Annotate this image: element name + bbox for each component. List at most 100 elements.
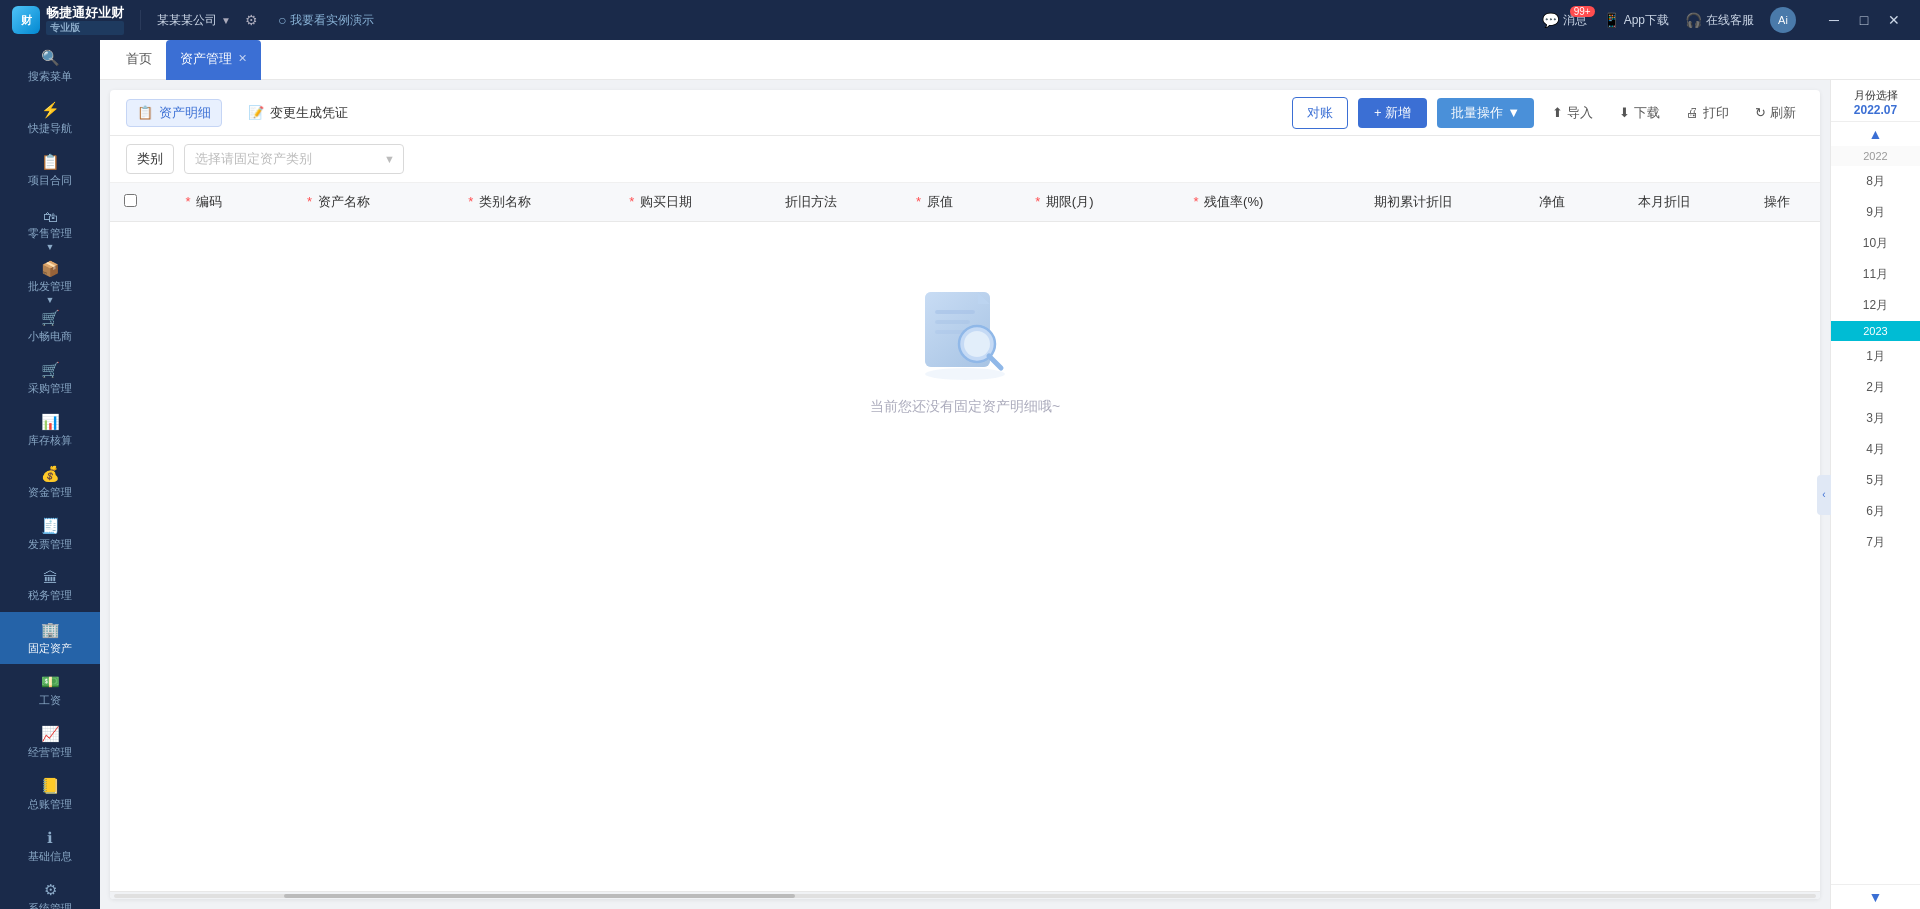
month-item-2023-1[interactable]: 1月 xyxy=(1831,341,1920,372)
download-icon: ⬇ xyxy=(1619,105,1630,120)
add-button[interactable]: + 新增 xyxy=(1358,98,1427,128)
sidebar-item-purchase[interactable]: 🛒 采购管理 xyxy=(0,352,100,404)
toolbar-actions: 对账 + 新增 批量操作 ▼ ⬆ 导入 xyxy=(1292,97,1804,129)
sidebar-item-label-project: 项目合同 xyxy=(28,174,72,187)
contract-icon: 📋 xyxy=(41,153,60,171)
sidebar-item-operations[interactable]: 📈 经营管理 xyxy=(0,716,100,768)
sidebar-item-label-wholesale: 批发管理 xyxy=(4,280,96,293)
sidebar-item-project[interactable]: 📋 项目合同 xyxy=(0,144,100,196)
month-item-2022-12[interactable]: 12月 xyxy=(1831,290,1920,321)
month-item-2022-9[interactable]: 9月 xyxy=(1831,197,1920,228)
reconcile-button[interactable]: 对账 xyxy=(1292,97,1348,129)
month-item-2023-6[interactable]: 6月 xyxy=(1831,496,1920,527)
sidebar-item-label-tax: 税务管理 xyxy=(28,589,72,602)
month-item-2023-7[interactable]: 7月 xyxy=(1831,527,1920,558)
table-header-original-value: * 原值 xyxy=(880,183,988,222)
demo-link[interactable]: ○ 我要看实例演示 xyxy=(278,12,374,29)
online-service-label: 在线客服 xyxy=(1706,12,1754,29)
window-minimize-button[interactable]: ─ xyxy=(1820,6,1848,34)
sidebar-item-tax[interactable]: 🏛 税务管理 xyxy=(0,560,100,612)
month-item-2023-4[interactable]: 4月 xyxy=(1831,434,1920,465)
month-prev-button[interactable]: ▲ xyxy=(1831,122,1920,146)
table-header-period: * 期限(月) xyxy=(988,183,1140,222)
sidebar-item-fixed-assets[interactable]: 🏢 固定资产 xyxy=(0,612,100,664)
settings-icon[interactable]: ⚙ xyxy=(245,12,258,28)
payroll-icon: 💵 xyxy=(41,673,60,691)
sidebar-item-system[interactable]: ⚙ 系统管理 xyxy=(0,872,100,909)
sidebar-item-search[interactable]: 🔍 搜索菜单 xyxy=(0,40,100,92)
sidebar-item-finance[interactable]: 💰 资金管理 xyxy=(0,456,100,508)
scrollbar-thumb[interactable] xyxy=(284,894,795,898)
sidebar-item-basic-info[interactable]: ℹ 基础信息 xyxy=(0,820,100,872)
import-button[interactable]: ⬆ 导入 xyxy=(1544,98,1601,128)
tab-home-label: 首页 xyxy=(126,50,152,68)
month-selector-panel: ‹ 月份选择 2022.07 ▲ 2022 8月 9月 xyxy=(1830,80,1920,909)
window-maximize-button[interactable]: □ xyxy=(1850,6,1878,34)
year-2023-label: 2023 xyxy=(1831,321,1920,341)
sub-tab-asset-detail[interactable]: 📋 资产明细 xyxy=(126,99,222,127)
tab-asset-management[interactable]: 资产管理 ✕ xyxy=(166,40,261,80)
sidebar-item-label-purchase: 采购管理 xyxy=(28,382,72,395)
horizontal-scrollbar[interactable] xyxy=(110,891,1820,899)
message-button[interactable]: 💬 消息 99+ xyxy=(1542,12,1587,29)
download-button[interactable]: ⬇ 下载 xyxy=(1611,98,1668,128)
month-panel-expand-button[interactable]: ‹ xyxy=(1817,475,1831,515)
sidebar-item-label-fixed-assets: 固定资产 xyxy=(28,642,72,655)
main-panel: 📋 资产明细 📝 变更生成凭证 对账 + 新增 xyxy=(110,90,1820,899)
empty-state: 当前您还没有固定资产明细哦~ xyxy=(110,222,1820,476)
month-next-button[interactable]: ▼ xyxy=(1831,884,1920,909)
change-voucher-tab-label: 变更生成凭证 xyxy=(270,104,348,122)
asset-table: * 编码 * 资产名称 * 类别名称 xyxy=(110,183,1820,222)
app-download-button[interactable]: 📱 App下载 xyxy=(1603,12,1669,29)
sidebar: 🔍 搜索菜单 ⚡ 快捷导航 📋 项目合同 🛍 零售管理 ▼ 📦 批发管理 ▼ 🛒… xyxy=(0,40,100,909)
category-dropdown-icon[interactable]: ▼ xyxy=(376,153,403,165)
content-area: 首页 资产管理 ✕ 📋 资产明细 📝 变更生成凭证 xyxy=(100,40,1920,909)
month-item-2023-2[interactable]: 2月 xyxy=(1831,372,1920,403)
sub-tabs: 📋 资产明细 📝 变更生成凭证 对账 + 新增 xyxy=(110,90,1820,136)
sidebar-item-label-ledger: 总账管理 xyxy=(28,798,72,811)
month-item-2023-3[interactable]: 3月 xyxy=(1831,403,1920,434)
table-header-operation: 操作 xyxy=(1734,183,1820,222)
topbar: 财 畅捷通好业财 专业版 某某某公司 ▼ ⚙ ○ 我要看实例演示 💬 消息 99… xyxy=(0,0,1920,40)
sidebar-item-retail[interactable]: 🛍 零售管理 ▼ xyxy=(0,196,100,248)
user-avatar[interactable]: Ai xyxy=(1770,7,1796,33)
company-selector[interactable]: 某某某公司 ▼ xyxy=(157,12,231,29)
sidebar-item-ecommerce[interactable]: 🛒 小畅电商 xyxy=(0,300,100,352)
sidebar-item-ledger[interactable]: 📒 总账管理 xyxy=(0,768,100,820)
demo-text: 我要看实例演示 xyxy=(290,12,374,29)
lightning-icon: ⚡ xyxy=(41,101,60,119)
fixed-assets-icon: 🏢 xyxy=(41,621,60,639)
tab-close-icon[interactable]: ✕ xyxy=(238,53,247,64)
retail-icon: 🛍 xyxy=(43,208,58,225)
month-item-2022-8[interactable]: 8月 xyxy=(1831,166,1920,197)
batch-label: 批量操作 xyxy=(1451,104,1503,122)
sidebar-item-quick-nav[interactable]: ⚡ 快捷导航 xyxy=(0,92,100,144)
table-header-category: * 类别名称 xyxy=(419,183,580,222)
topbar-right: 💬 消息 99+ 📱 App下载 🎧 在线客服 Ai ─ □ ✕ xyxy=(1542,6,1908,34)
sidebar-item-label-payroll: 工资 xyxy=(39,694,61,707)
sub-tab-change-voucher[interactable]: 📝 变更生成凭证 xyxy=(238,100,358,126)
sidebar-item-payroll[interactable]: 💵 工资 xyxy=(0,664,100,716)
window-close-button[interactable]: ✕ xyxy=(1880,6,1908,34)
online-service-button[interactable]: 🎧 在线客服 xyxy=(1685,12,1754,29)
sidebar-item-inventory[interactable]: 📊 库存核算 xyxy=(0,404,100,456)
sidebar-item-wholesale[interactable]: 📦 批发管理 ▼ xyxy=(0,248,100,300)
select-all-checkbox[interactable] xyxy=(124,194,137,207)
asset-detail-tab-label: 资产明细 xyxy=(159,104,211,122)
headset-icon: 🎧 xyxy=(1685,12,1702,28)
sidebar-item-invoice[interactable]: 🧾 发票管理 xyxy=(0,508,100,560)
table-header-monthly-depreciation: 本月折旧 xyxy=(1595,183,1734,222)
batch-button[interactable]: 批量操作 ▼ xyxy=(1437,98,1534,128)
sidebar-item-label-invoice: 发票管理 xyxy=(28,538,72,551)
month-item-2023-5[interactable]: 5月 xyxy=(1831,465,1920,496)
month-item-2022-10[interactable]: 10月 xyxy=(1831,228,1920,259)
print-button[interactable]: 🖨 打印 xyxy=(1678,98,1737,128)
refresh-button[interactable]: ↻ 刷新 xyxy=(1747,98,1804,128)
message-icon: 💬 xyxy=(1542,12,1559,28)
year-2022-label: 2022 xyxy=(1831,146,1920,166)
tab-home[interactable]: 首页 xyxy=(112,40,166,80)
month-item-2022-11[interactable]: 11月 xyxy=(1831,259,1920,290)
page-content: 📋 资产明细 📝 变更生成凭证 对账 + 新增 xyxy=(100,80,1920,909)
category-filter[interactable]: 类别 xyxy=(126,144,174,174)
download-label: 下载 xyxy=(1634,104,1660,122)
